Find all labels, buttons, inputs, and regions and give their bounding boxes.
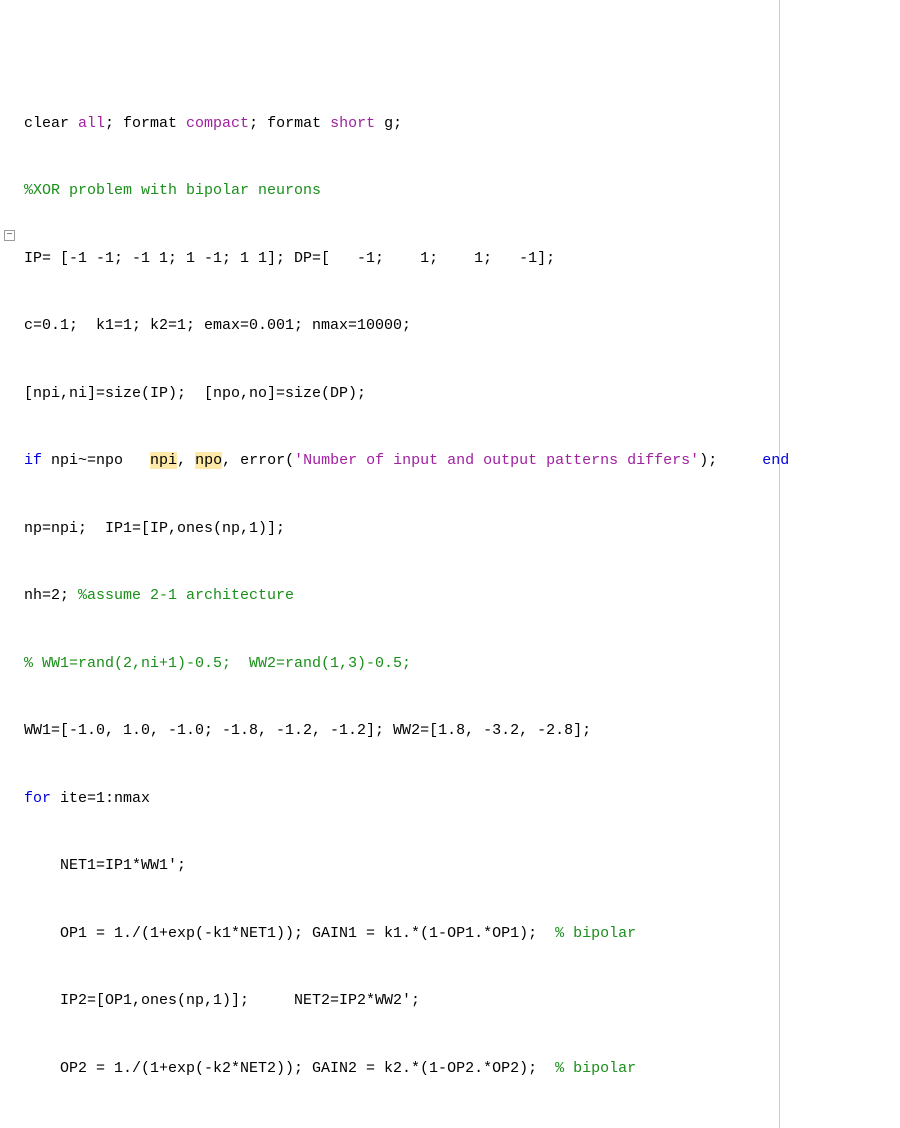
code-line[interactable]: nh=2; %assume 2-1 architecture bbox=[24, 585, 900, 608]
code-line[interactable]: if npi~=npo npi, npo, error('Number of i… bbox=[24, 450, 900, 473]
code-line[interactable]: OP1 = 1./(1+exp(-k1*NET1)); GAIN1 = k1.*… bbox=[24, 923, 900, 946]
fold-minus-icon[interactable]: − bbox=[4, 230, 15, 241]
code-line[interactable]: IP= [-1 -1; -1 1; 1 -1; 1 1]; DP=[ -1; 1… bbox=[24, 248, 900, 271]
code-line[interactable]: IP2=[OP1,ones(np,1)]; NET2=IP2*WW2'; bbox=[24, 990, 900, 1013]
code-line[interactable]: WW1=[-1.0, 1.0, -1.0; -1.8, -1.2, -1.2];… bbox=[24, 720, 900, 743]
code-line[interactable]: OP2 = 1./(1+exp(-k2*NET2)); GAIN2 = k2.*… bbox=[24, 1058, 900, 1081]
code-line[interactable]: for ite=1:nmax bbox=[24, 788, 900, 811]
code-line[interactable]: clear all; format compact; format short … bbox=[24, 113, 900, 136]
code-editor[interactable]: − clear all; format compact; format shor… bbox=[0, 0, 900, 1128]
code-line[interactable]: %XOR problem with bipolar neurons bbox=[24, 180, 900, 203]
code-line[interactable]: NET1=IP1*WW1'; bbox=[24, 855, 900, 878]
code-line[interactable]: [npi,ni]=size(IP); [npo,no]=size(DP); bbox=[24, 383, 900, 406]
code-line[interactable]: EE2=DP-OP2; bbox=[24, 1125, 900, 1128]
code-line[interactable]: c=0.1; k1=1; k2=1; emax=0.001; nmax=1000… bbox=[24, 315, 900, 338]
gutter: − bbox=[0, 0, 20, 1128]
code-line[interactable]: np=npi; IP1=[IP,ones(np,1)]; bbox=[24, 518, 900, 541]
margin-line bbox=[779, 0, 780, 1128]
code-line[interactable]: % WW1=rand(2,ni+1)-0.5; WW2=rand(1,3)-0.… bbox=[24, 653, 900, 676]
